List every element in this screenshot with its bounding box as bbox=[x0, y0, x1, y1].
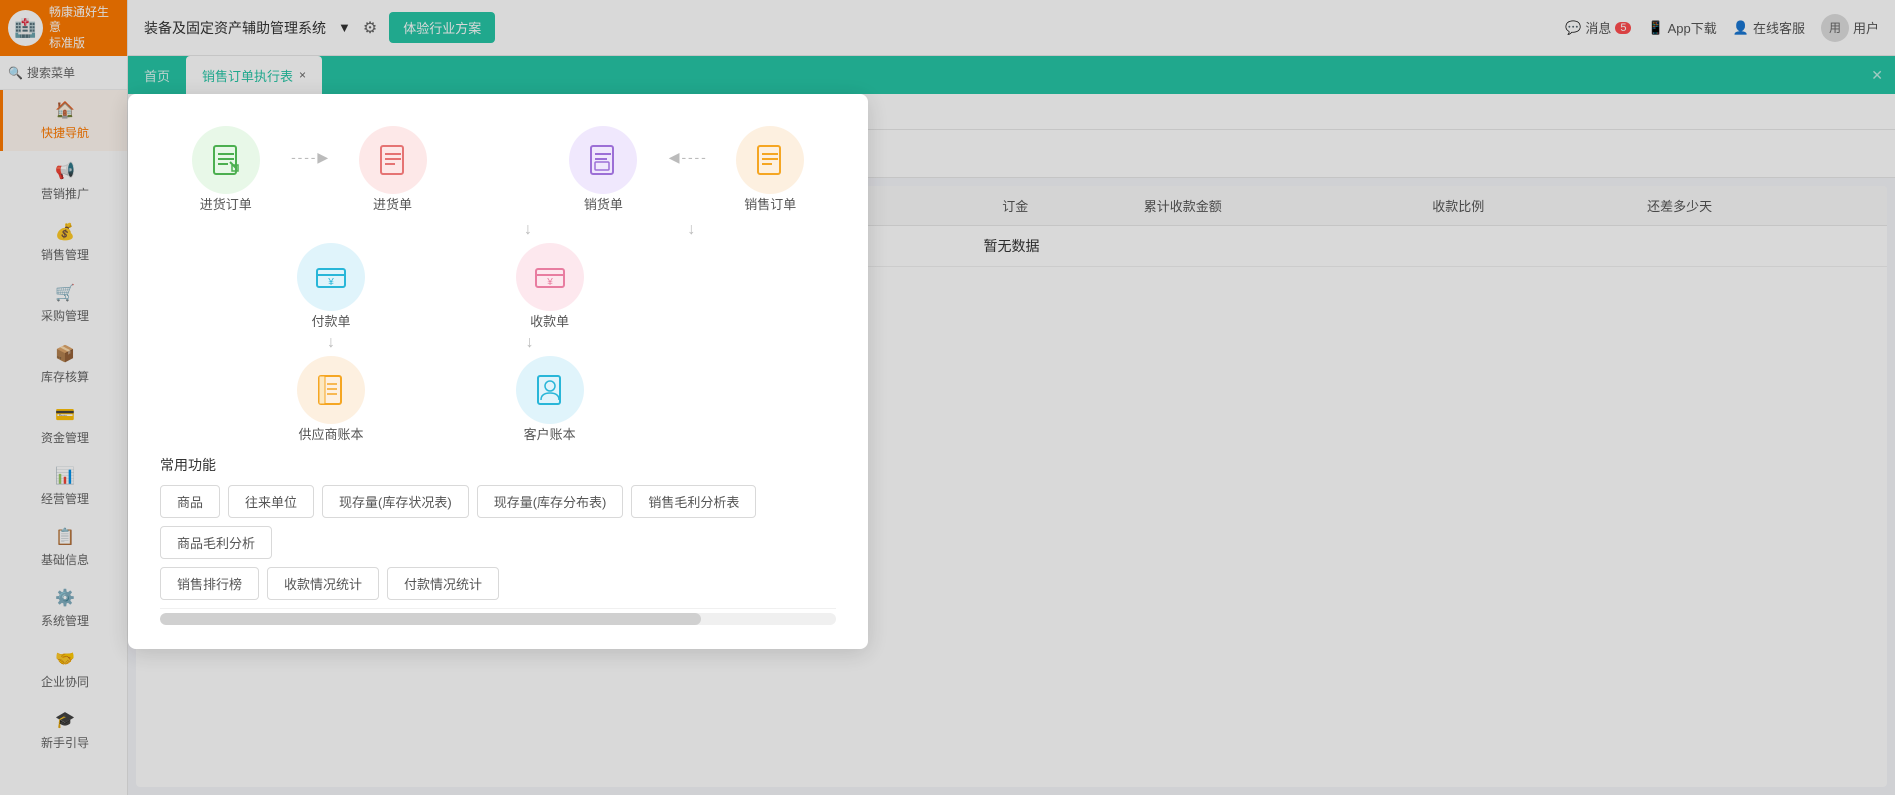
down-arrow-pay: ↓ bbox=[327, 334, 335, 352]
purchase-bill-icon bbox=[375, 142, 411, 178]
scrollbar-thumb[interactable] bbox=[160, 613, 701, 625]
receipt-bill-icon: ¥ bbox=[532, 259, 568, 295]
func-btn-sales-rank[interactable]: 销售排行榜 bbox=[160, 567, 259, 600]
payment-bill-icon: ¥ bbox=[313, 259, 349, 295]
func-btn-stock-status[interactable]: 现存量(库存状况表) bbox=[322, 485, 469, 518]
svg-text:¥: ¥ bbox=[546, 277, 553, 288]
flow-row-arrows-down: ↓ ↓ bbox=[160, 221, 836, 239]
down-arrow-rec: ↓ bbox=[526, 334, 534, 352]
func-btn-partner[interactable]: 往来单位 bbox=[228, 485, 314, 518]
purchase-order-circle[interactable] bbox=[192, 126, 260, 194]
modal-scroll[interactable] bbox=[160, 608, 836, 625]
sales-bill-label: 销货单 bbox=[584, 194, 623, 213]
receipt-bill-circle[interactable]: ¥ bbox=[516, 243, 584, 311]
flow-row-3: 供应商账本 客户账本 bbox=[160, 352, 836, 447]
customer-ledger-label: 客户账本 bbox=[524, 424, 576, 443]
modal-body: 进货订单 - - - - ▶ bbox=[128, 94, 868, 649]
func-btns-row1: 商品 往来单位 现存量(库存状况表) 现存量(库存分布表) 销售毛利分析表 商品… bbox=[160, 485, 836, 559]
purchase-order-label: 进货订单 bbox=[200, 194, 252, 213]
receipt-bill-node: ¥ 收款单 bbox=[516, 243, 584, 330]
customer-ledger-circle[interactable] bbox=[516, 356, 584, 424]
supplier-ledger-label: 供应商账本 bbox=[298, 424, 363, 443]
payment-bill-label: 付款单 bbox=[311, 311, 350, 330]
sales-order-node: 销售订单 bbox=[736, 126, 804, 213]
payment-bill-circle[interactable]: ¥ bbox=[297, 243, 365, 311]
flow-row-1: 进货订单 - - - - ▶ bbox=[160, 118, 836, 221]
modal-overlay[interactable]: 进货订单 - - - - ▶ bbox=[0, 0, 1895, 795]
purchase-bill-circle[interactable] bbox=[359, 126, 427, 194]
purchase-order-node: 进货订单 bbox=[192, 126, 260, 213]
func-btn-sales-margin[interactable]: 销售毛利分析表 bbox=[631, 485, 756, 518]
func-btn-stock-dist[interactable]: 现存量(库存分布表) bbox=[477, 485, 624, 518]
payment-bill-node: ¥ 付款单 bbox=[297, 243, 365, 330]
down-arrow-pb: ↓ bbox=[524, 221, 532, 239]
common-funcs-title: 常用功能 bbox=[160, 455, 836, 475]
common-funcs: 常用功能 商品 往来单位 现存量(库存状况表) 现存量(库存分布表) 销售毛利分… bbox=[160, 455, 836, 600]
svg-text:¥: ¥ bbox=[327, 277, 334, 288]
sales-order-circle[interactable] bbox=[736, 126, 804, 194]
sales-order-label: 销售订单 bbox=[744, 194, 796, 213]
func-btn-product-margin[interactable]: 商品毛利分析 bbox=[160, 526, 272, 559]
supplier-ledger-circle[interactable] bbox=[297, 356, 365, 424]
sales-order-icon bbox=[752, 142, 788, 178]
quick-nav-modal: 进货订单 - - - - ▶ bbox=[128, 94, 868, 649]
customer-ledger-node: 客户账本 bbox=[516, 356, 584, 443]
sales-bill-icon bbox=[585, 142, 621, 178]
arrow-p-to-pb: - - - - ▶ bbox=[291, 149, 327, 166]
flow-row-2: ¥ 付款单 ¥ bbox=[160, 239, 836, 334]
supplier-ledger-node: 供应商账本 bbox=[297, 356, 365, 443]
sales-bill-circle[interactable] bbox=[569, 126, 637, 194]
purchase-order-icon bbox=[208, 142, 244, 178]
receipt-bill-label: 收款单 bbox=[530, 311, 569, 330]
func-btn-payment-stats[interactable]: 付款情况统计 bbox=[387, 567, 499, 600]
sales-bill-node: 销货单 bbox=[569, 126, 637, 213]
func-btn-product[interactable]: 商品 bbox=[160, 485, 220, 518]
purchase-bill-node: 进货单 bbox=[359, 126, 427, 213]
customer-ledger-icon bbox=[532, 372, 568, 408]
flow-row-arrows-down2: ↓ ↓ bbox=[160, 334, 836, 352]
supplier-ledger-icon bbox=[313, 372, 349, 408]
arrow-so-to-sb: ◀ - - - - bbox=[669, 149, 705, 166]
purchase-bill-label: 进货单 bbox=[373, 194, 412, 213]
func-btns-row2: 销售排行榜 收款情况统计 付款情况统计 bbox=[160, 567, 836, 600]
flow-diagram: 进货订单 - - - - ▶ bbox=[160, 118, 836, 447]
func-btn-receipt-stats[interactable]: 收款情况统计 bbox=[267, 567, 379, 600]
down-arrow-sb: ↓ bbox=[687, 221, 695, 239]
